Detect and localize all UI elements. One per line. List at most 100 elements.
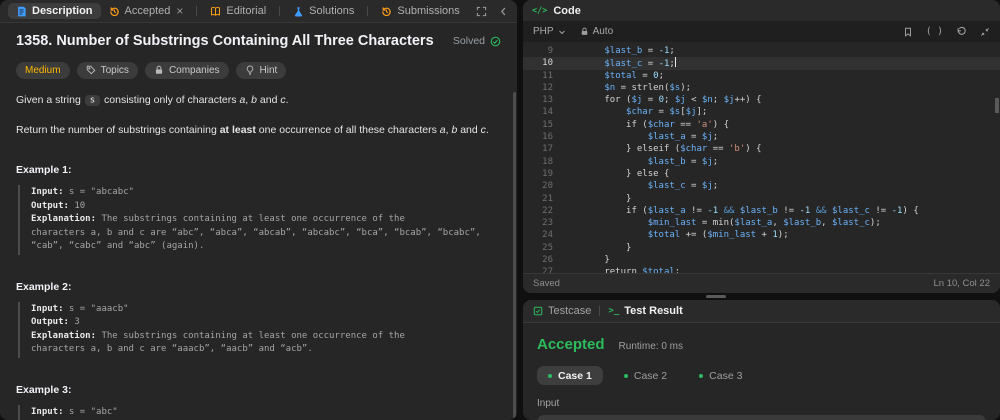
line-number: 22 (542, 205, 553, 216)
chevron-left-icon[interactable] (498, 6, 509, 17)
runtime-label: Runtime: 0 ms (618, 341, 683, 352)
flask-icon (293, 6, 304, 17)
line-number: 12 (542, 82, 553, 93)
tab-description[interactable]: Description (8, 3, 101, 19)
pill-topics[interactable]: Topics (76, 61, 138, 79)
case-label: Case 1 (558, 369, 592, 382)
code-editor[interactable]: 9 $last_b = -1; 10 $last_c = -1; 11 $total… (523, 42, 1000, 274)
case-tab-case-2[interactable]: Case 2 (613, 366, 678, 385)
problem-content: 1358. Number of Substrings Containing Al… (0, 23, 517, 420)
case-tab-case-3[interactable]: Case 3 (688, 366, 753, 385)
history-icon (381, 6, 392, 17)
undo-icon[interactable] (956, 26, 967, 37)
tab-label: Description (32, 5, 93, 17)
code-text: $last_a = $j; (647, 132, 719, 143)
code-panel-header: </> Code (523, 0, 1000, 21)
example-3-block: Input: s = "abc" Output: 1 (18, 404, 501, 420)
code-text: } else { (561, 168, 670, 179)
result-panel-content: Accepted Runtime: 0 ms Case 1 Case 2 Case … (523, 323, 1000, 420)
code-text: } (561, 255, 610, 266)
line-number: 18 (542, 156, 553, 167)
tab-editorial[interactable]: Editorial (202, 3, 274, 19)
left-panel-tabs: Description Accepted × Editorial Solutions Su… (8, 3, 468, 19)
panel-resize-handle[interactable] (706, 295, 726, 298)
code-line-9: 9 $last_b = -1; (523, 45, 1000, 57)
code-line-11: 11 $total = 0; (523, 70, 1000, 82)
left-panel-scrollbar[interactable] (513, 92, 516, 418)
tab-accepted[interactable]: Accepted × (101, 3, 192, 19)
code-line-23: 23 $min_last = min($last_a, $last_b, $la… (523, 217, 1000, 229)
code-text: $total = 0; (604, 70, 664, 81)
line-number: 16 (542, 132, 553, 143)
line-number: 20 (542, 181, 553, 192)
code-line-25: 25 } (523, 242, 1000, 254)
tab-divider (279, 6, 281, 16)
editor-toolbar-icons: ( ) (903, 26, 990, 37)
tab-label: Test Result (624, 305, 683, 317)
code-line-13: 13 for ($j = 0; $j < $n; $j++) { (523, 94, 1000, 106)
example-3-heading: Example 3: (16, 383, 72, 396)
tag-icon (86, 65, 96, 75)
code-line-22: 22 if ($last_a != -1 && $last_b != -1 &&… (523, 205, 1000, 217)
autocomplete-label: Auto (592, 26, 614, 37)
tab-label: Accepted (124, 5, 171, 17)
editor-scrollbar[interactable] (995, 98, 999, 113)
format-code-icon[interactable]: ( ) (926, 26, 943, 37)
pill-label: Topics (100, 64, 129, 76)
case-tab-case-1[interactable]: Case 1 (537, 366, 603, 385)
pill-label: Companies (168, 64, 220, 76)
check-square-icon (533, 306, 543, 316)
example-2-block: Input: s = "aaacb" Output: 3 Explanation… (18, 301, 501, 358)
examples-section: Example 1: Input: s = "abcabc" Output: 10… (16, 164, 501, 420)
line-number: 19 (542, 168, 553, 179)
description-panel: Description Accepted × Editorial Solutions Su… (0, 0, 517, 420)
tab-submissions[interactable]: Submissions (373, 3, 467, 19)
code-line-26: 26 } (523, 254, 1000, 266)
code-tab-label[interactable]: Code (553, 5, 581, 17)
case-pass-dot (699, 373, 704, 378)
history-icon (109, 6, 120, 17)
pill-companies[interactable]: Companies (144, 61, 229, 79)
solved-status: Solved (453, 35, 501, 47)
code-line-12: 12 $n = strlen($s); (523, 82, 1000, 94)
language-selector[interactable]: PHP (533, 26, 566, 37)
tab-testcase[interactable]: Testcase (533, 305, 591, 317)
bookmark-icon[interactable] (903, 27, 913, 37)
code-text: } elseif ($char == 'b') { (561, 144, 762, 155)
editor-toolbar: PHP Auto ( ) (523, 21, 1000, 42)
autocomplete-toggle[interactable]: Auto (580, 26, 614, 37)
code-text: $last_b = $j; (647, 156, 719, 167)
line-number: 15 (542, 119, 553, 130)
editor-status-bar: Saved Ln 10, Col 22 (523, 273, 1000, 293)
tab-test-result[interactable]: >_ Test Result (608, 305, 682, 317)
lock-icon (580, 27, 589, 36)
code-text: $total += ($min_last + 1); (647, 230, 789, 241)
code-line-10: 10 $last_c = -1; (523, 57, 1000, 70)
close-icon[interactable]: × (176, 5, 183, 17)
leetcode-workspace: { "colors": { "accent_green": "#2cbb5d",… (0, 0, 1000, 420)
pill-hint[interactable]: Hint (235, 61, 287, 79)
testcase-input-box[interactable] (537, 415, 986, 420)
solved-label: Solved (452, 35, 485, 47)
solved-check-icon (490, 36, 501, 47)
inline-code-chip: s (84, 95, 101, 107)
line-number: 13 (542, 95, 553, 106)
code-line-15: 15 if ($char == 'a') { (523, 119, 1000, 131)
tab-solutions[interactable]: Solutions (285, 3, 362, 19)
case-label: Case 2 (633, 369, 668, 382)
difficulty-badge[interactable]: Medium (16, 61, 70, 79)
line-number: 9 (547, 46, 553, 56)
result-panel-tabbar: Testcase >_ Test Result (523, 300, 1000, 323)
test-result-panel: Testcase >_ Test Result Accepted Runtime: … (523, 300, 1000, 420)
left-panel-tabbar: Description Accepted × Editorial Solutions Su… (0, 0, 517, 23)
fullscreen-icon[interactable] (476, 6, 487, 17)
line-number: 24 (542, 230, 553, 241)
text-cursor (674, 57, 676, 68)
document-icon (16, 6, 27, 17)
line-number: 11 (542, 70, 553, 81)
code-text: $min_last = min($last_a, $last_b, $last_… (647, 218, 881, 229)
meta-pills-row: Medium Topics Companies Hint (16, 61, 501, 79)
collapse-icon[interactable] (980, 27, 990, 37)
code-line-16: 16 $last_a = $j; (523, 131, 1000, 143)
code-text: $char = $s[$j]; (626, 107, 708, 118)
